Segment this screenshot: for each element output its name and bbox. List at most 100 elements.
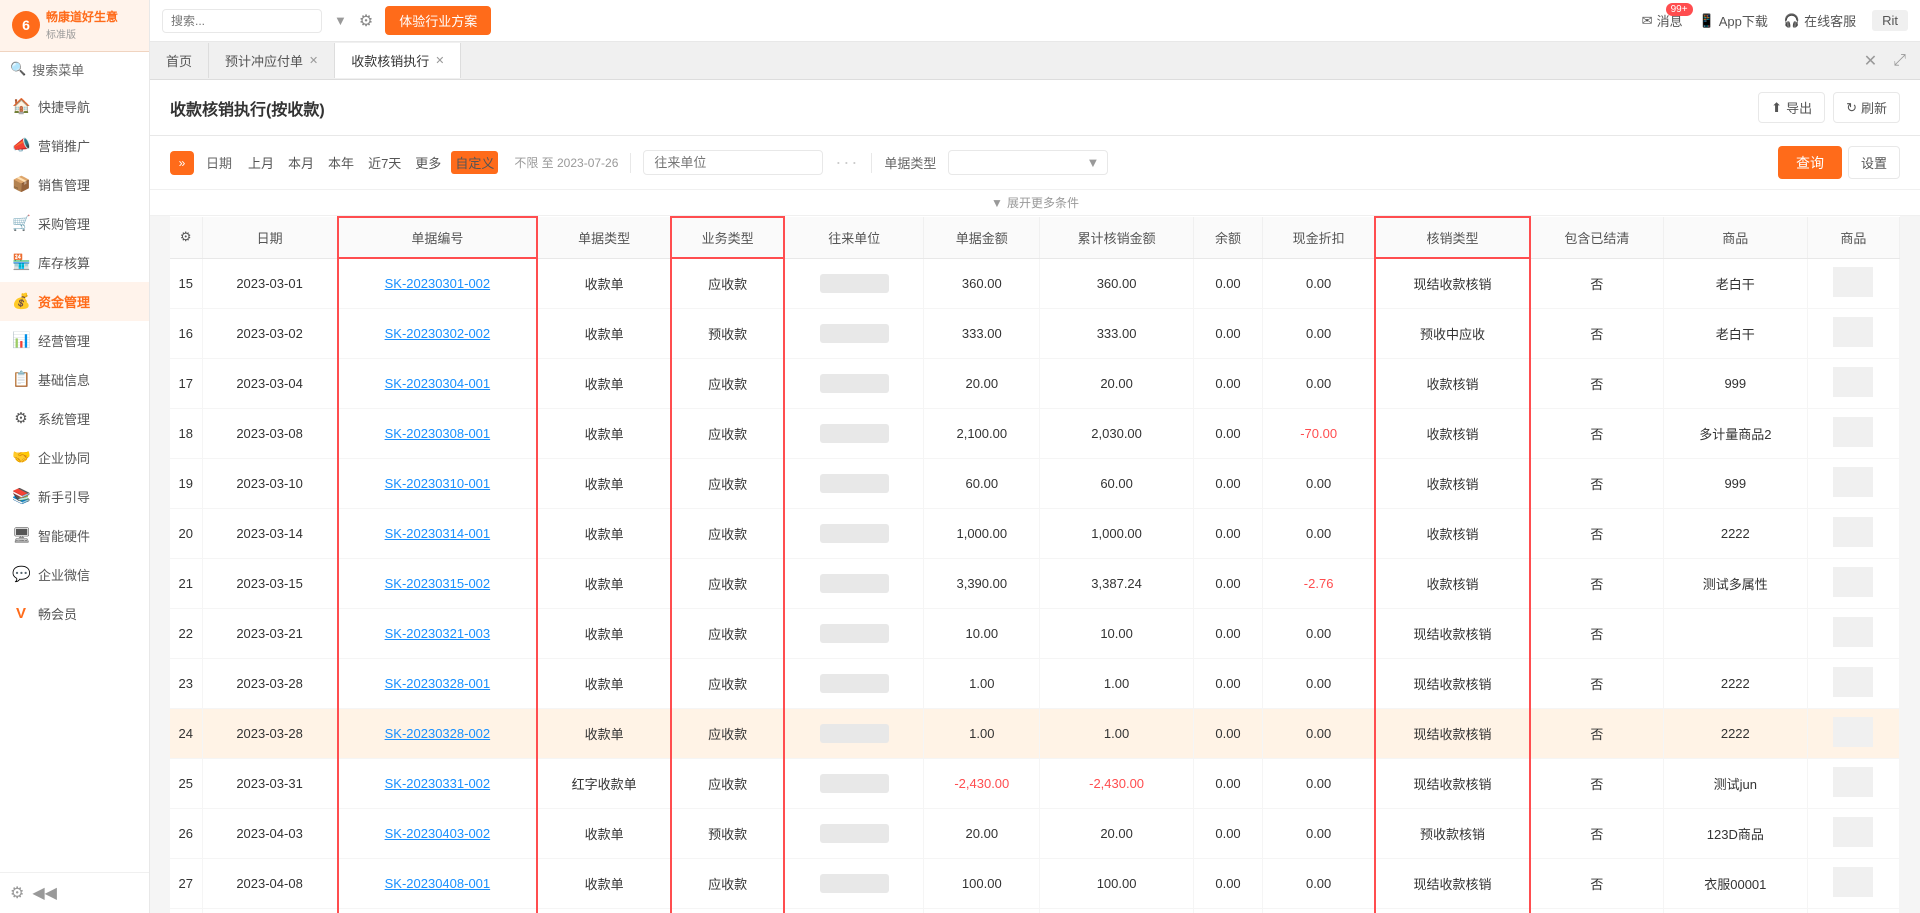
search-menu[interactable]: 🔍 搜索菜单: [0, 52, 149, 87]
last-month-btn[interactable]: 上月: [244, 151, 278, 174]
this-year-btn[interactable]: 本年: [324, 151, 358, 174]
tab-expand-icon[interactable]: ⤢: [1887, 50, 1912, 72]
sidebar-item-newguide[interactable]: 📚 新手引导: [0, 477, 149, 516]
filter-settings-btn[interactable]: 设置: [1848, 146, 1900, 179]
topbar-gear-icon[interactable]: ⚙: [359, 11, 373, 31]
doc-link[interactable]: SK-20230321-003: [385, 626, 491, 641]
filter-dots-icon[interactable]: ···: [835, 152, 859, 173]
doc-link[interactable]: SK-20230314-001: [385, 526, 491, 541]
sidebar-item-purchase[interactable]: 🛒 采购管理: [0, 204, 149, 243]
col-doctype-header[interactable]: 单据类型: [537, 217, 671, 258]
sidebar-item-finance[interactable]: 💰 资金管理: [0, 282, 149, 321]
sidebar-item-basicinfo[interactable]: 📋 基础信息: [0, 360, 149, 399]
sidebar-item-quicknav[interactable]: 🏠 快捷导航: [0, 87, 149, 126]
tab-home[interactable]: 首页: [150, 43, 209, 78]
tab-prepay-close-icon[interactable]: ✕: [309, 54, 318, 67]
online-service-link[interactable]: 🎧 在线客服: [1784, 11, 1856, 30]
col-biztype-header[interactable]: 业务类型: [671, 217, 784, 258]
doc-link[interactable]: SK-20230315-002: [385, 576, 491, 591]
sidebar-item-marketing[interactable]: 📣 营销推广: [0, 126, 149, 165]
sidebar-item-operations[interactable]: 📊 经营管理: [0, 321, 149, 360]
custom-date-btn[interactable]: 自定义: [451, 151, 498, 174]
cell-goods1: 999: [1663, 358, 1807, 408]
col-balance-header[interactable]: 余额: [1193, 217, 1262, 258]
cell-docno: SK-20230308-001: [338, 408, 537, 458]
filter-toggle-btn[interactable]: »: [170, 151, 194, 175]
col-docno-header[interactable]: 单据编号: [338, 217, 537, 258]
cell-verifytype: 现结收款核销: [1375, 858, 1530, 908]
doc-link[interactable]: SK-20230328-002: [385, 726, 491, 741]
cell-rowno: 16: [170, 308, 202, 358]
cell-verifytype: 现结收款核销: [1375, 658, 1530, 708]
sidebar-item-sales[interactable]: 📦 销售管理: [0, 165, 149, 204]
cell-balance: 0.00: [1193, 308, 1262, 358]
cell-biztype: 应收款: [671, 908, 784, 913]
tab-prepay[interactable]: 预计冲应付单 ✕: [209, 43, 335, 78]
cell-amount: 60.00: [924, 458, 1040, 508]
col-date-header[interactable]: 日期: [202, 217, 338, 258]
sidebar-item-hardware[interactable]: 🖥 智能硬件: [0, 516, 149, 555]
doc-link[interactable]: SK-20230408-001: [385, 876, 491, 891]
col-goods2-header[interactable]: 商品: [1807, 217, 1899, 258]
col-settings-icon[interactable]: ⚙: [180, 229, 192, 244]
doc-link[interactable]: SK-20230403-002: [385, 826, 491, 841]
cell-biztype: 应收款: [671, 858, 784, 908]
this-month-btn[interactable]: 本月: [284, 151, 318, 174]
sidebar-item-label: 营销推广: [38, 136, 90, 155]
last7days-btn[interactable]: 近7天: [364, 151, 405, 174]
refresh-btn[interactable]: ↻ 刷新: [1833, 92, 1900, 123]
col-accumulated-header[interactable]: 累计核销金额: [1040, 217, 1193, 258]
col-settings-header[interactable]: ⚙: [170, 217, 202, 258]
col-counterparty-header[interactable]: 往来单位: [784, 217, 924, 258]
query-btn[interactable]: 查询: [1778, 146, 1842, 179]
doc-link[interactable]: SK-20230328-001: [385, 676, 491, 691]
cell-includecleared: 否: [1530, 908, 1663, 913]
settings-bottom-icon[interactable]: ⚙: [10, 883, 24, 903]
sidebar-item-membership[interactable]: V 畅会员: [0, 594, 149, 633]
sidebar-item-wxwork[interactable]: 💬 企业微信: [0, 555, 149, 594]
sidebar-item-label: 快捷导航: [38, 97, 90, 116]
collapse-icon[interactable]: ◀◀: [32, 883, 57, 903]
expand-more-btn[interactable]: ▼ 展开更多条件: [991, 194, 1079, 211]
doc-link[interactable]: SK-20230301-002: [385, 276, 491, 291]
tabs-controls: ✕ ⤢: [1858, 49, 1920, 73]
doc-link[interactable]: SK-20230302-002: [385, 326, 491, 341]
doc-link[interactable]: SK-20230308-001: [385, 426, 491, 441]
topbar-right: ✉ 消息 99+ 📱 App下载 🎧 在线客服 Rit: [1642, 10, 1908, 31]
wxwork-icon: 💬: [12, 565, 30, 583]
tab-verify-close-icon[interactable]: ✕: [435, 54, 444, 67]
doc-link[interactable]: SK-20230304-001: [385, 376, 491, 391]
cell-counterparty: [784, 308, 924, 358]
col-discount-header[interactable]: 现金折扣: [1263, 217, 1375, 258]
doc-link[interactable]: SK-20230310-001: [385, 476, 491, 491]
counterparty-input[interactable]: [643, 150, 823, 175]
sidebar-item-sysadmin[interactable]: ⚙ 系统管理: [0, 399, 149, 438]
sidebar-item-corp[interactable]: 🤝 企业协同: [0, 438, 149, 477]
cell-accumulated: 1,000.00: [1040, 508, 1193, 558]
tab-verify[interactable]: 收款核销执行 ✕: [335, 43, 461, 78]
col-goods1-header[interactable]: 商品: [1663, 217, 1807, 258]
cell-rowno: 19: [170, 458, 202, 508]
cell-date: 2023-03-28: [202, 708, 338, 758]
app-download-link[interactable]: 📱 App下载: [1699, 11, 1768, 30]
solution-btn[interactable]: 体验行业方案: [385, 6, 491, 35]
col-includecleared-header[interactable]: 包含已结清: [1530, 217, 1663, 258]
cell-balance: 0.00: [1193, 458, 1262, 508]
chevron-down-icon: ▼: [991, 196, 1003, 210]
topbar-search-input[interactable]: [162, 9, 322, 33]
cell-docno: SK-20230418-001: [338, 908, 537, 913]
sidebar-item-inventory[interactable]: 🏪 库存核算: [0, 243, 149, 282]
user-info[interactable]: Rit: [1872, 10, 1908, 31]
cell-biztype: 预收款: [671, 308, 784, 358]
export-btn[interactable]: ⬆ 导出: [1758, 92, 1825, 123]
doc-link[interactable]: SK-20230331-002: [385, 776, 491, 791]
tab-close-all-icon[interactable]: ✕: [1858, 49, 1883, 73]
topbar-dropdown-arrow[interactable]: ▼: [334, 13, 347, 28]
headset-icon: 🎧: [1784, 13, 1800, 29]
message-btn[interactable]: ✉ 消息 99+: [1642, 11, 1683, 30]
col-amount-header[interactable]: 单据金额: [924, 217, 1040, 258]
more-date-btn[interactable]: 更多: [411, 151, 445, 174]
col-verifytype-header[interactable]: 核销类型: [1375, 217, 1530, 258]
cell-discount: 0.00: [1263, 308, 1375, 358]
receipt-type-select[interactable]: ▼: [948, 150, 1108, 175]
